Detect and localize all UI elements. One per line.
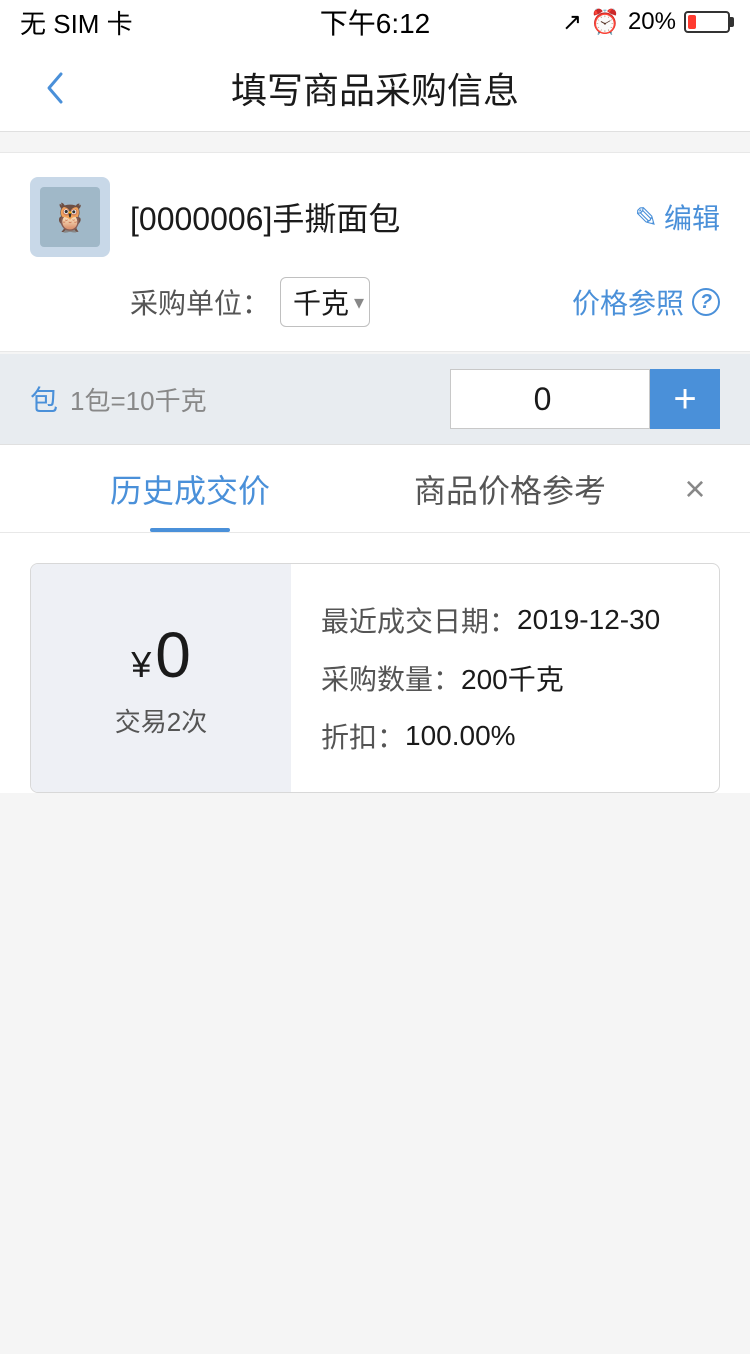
edit-icon: ✎ [635, 201, 658, 234]
status-time: 下午6:12 [320, 2, 431, 42]
nav-bar: 填写商品采购信息 [0, 44, 750, 132]
last-trade-date-value: 2019-12-30 [517, 604, 660, 636]
product-top-row: 🦉 [0000006]手撕面包 ✎ 编辑 [30, 177, 720, 257]
currency-symbol: ¥ [131, 644, 151, 686]
price-data-card: ¥ 0 交易2次 最近成交日期： 2019-12-30 采购数量： 200千克 … [30, 563, 720, 793]
battery-percent: 20% [628, 8, 676, 36]
tab-underline [150, 528, 230, 532]
price-amount: 0 [155, 618, 191, 692]
edit-button[interactable]: ✎ 编辑 [635, 197, 720, 237]
price-display: ¥ 0 [131, 618, 191, 692]
quantity-row: 包 1包=10千克 + [0, 354, 750, 444]
purchase-qty-row: 采购数量： 200千克 [321, 658, 689, 698]
edit-label: 编辑 [664, 197, 720, 237]
quantity-plus-button[interactable]: + [650, 369, 720, 429]
discount-value: 100.00% [405, 720, 516, 752]
unit-label: 采购单位： [130, 282, 270, 322]
price-reference-button[interactable]: 价格参照 ? [572, 282, 720, 322]
product-info: 🦉 [0000006]手撕面包 [30, 177, 400, 257]
product-card: 🦉 [0000006]手撕面包 ✎ 编辑 采购单位： 千克 价格参照 [0, 152, 750, 352]
product-thumbnail: 🦉 [30, 177, 110, 257]
back-button[interactable] [30, 63, 80, 113]
tab-history-price[interactable]: 历史成交价 [30, 445, 350, 532]
tabs-container: 历史成交价 商品价格参考 × ¥ 0 交易2次 最近成交日期： [0, 444, 750, 793]
help-icon: ? [692, 288, 720, 316]
product-logo-icon: 🦉 [53, 201, 88, 234]
status-right: ↗ ⏰ 20% [562, 8, 730, 37]
battery-icon [684, 11, 730, 33]
status-carrier: 无 SIM 卡 [20, 4, 141, 41]
tab-product-price-reference-label: 商品价格参考 [414, 466, 606, 512]
quantity-input-group: + [450, 369, 720, 429]
tabs-header: 历史成交价 商品价格参考 × [0, 445, 750, 533]
carrier-text: 无 SIM 卡 [20, 4, 133, 41]
unit-select[interactable]: 千克 [280, 277, 370, 327]
unit-badge: 包 [30, 379, 58, 419]
unit-conversion: 1包=10千克 [70, 381, 207, 418]
quantity-input[interactable] [450, 369, 650, 429]
plus-icon: + [673, 377, 696, 422]
unit-select-wrapper[interactable]: 千克 [280, 277, 370, 327]
location-icon: ↗ [562, 8, 582, 37]
status-bar: 无 SIM 卡 下午6:12 ↗ ⏰ 20% [0, 0, 750, 44]
close-icon: × [684, 468, 705, 510]
purchase-qty-value: 200千克 [461, 658, 564, 698]
trade-count: 交易2次 [115, 702, 207, 739]
price-summary-left: ¥ 0 交易2次 [31, 564, 291, 792]
price-details-right: 最近成交日期： 2019-12-30 采购数量： 200千克 折扣： 100.0… [291, 564, 719, 792]
price-reference-label: 价格参照 [572, 282, 684, 322]
purchase-unit-row: 采购单位： 千克 价格参照 ? [30, 277, 720, 327]
alarm-icon: ⏰ [590, 8, 620, 37]
quantity-unit-info: 包 1包=10千克 [30, 379, 450, 419]
tab-close-button[interactable]: × [670, 464, 720, 514]
product-name: [0000006]手撕面包 [130, 194, 400, 240]
last-trade-date-label: 最近成交日期： [321, 600, 517, 640]
unit-value: 千克 [293, 282, 349, 322]
product-thumbnail-inner: 🦉 [40, 187, 100, 247]
last-trade-date-row: 最近成交日期： 2019-12-30 [321, 600, 689, 640]
discount-row: 折扣： 100.00% [321, 716, 689, 756]
main-content: 🦉 [0000006]手撕面包 ✎ 编辑 采购单位： 千克 价格参照 [0, 152, 750, 1354]
purchase-qty-label: 采购数量： [321, 658, 461, 698]
tab-product-price-reference[interactable]: 商品价格参考 [350, 445, 670, 532]
tab-history-price-label: 历史成交价 [110, 466, 270, 512]
discount-label: 折扣： [321, 716, 405, 756]
page-title: 填写商品采购信息 [231, 62, 519, 114]
